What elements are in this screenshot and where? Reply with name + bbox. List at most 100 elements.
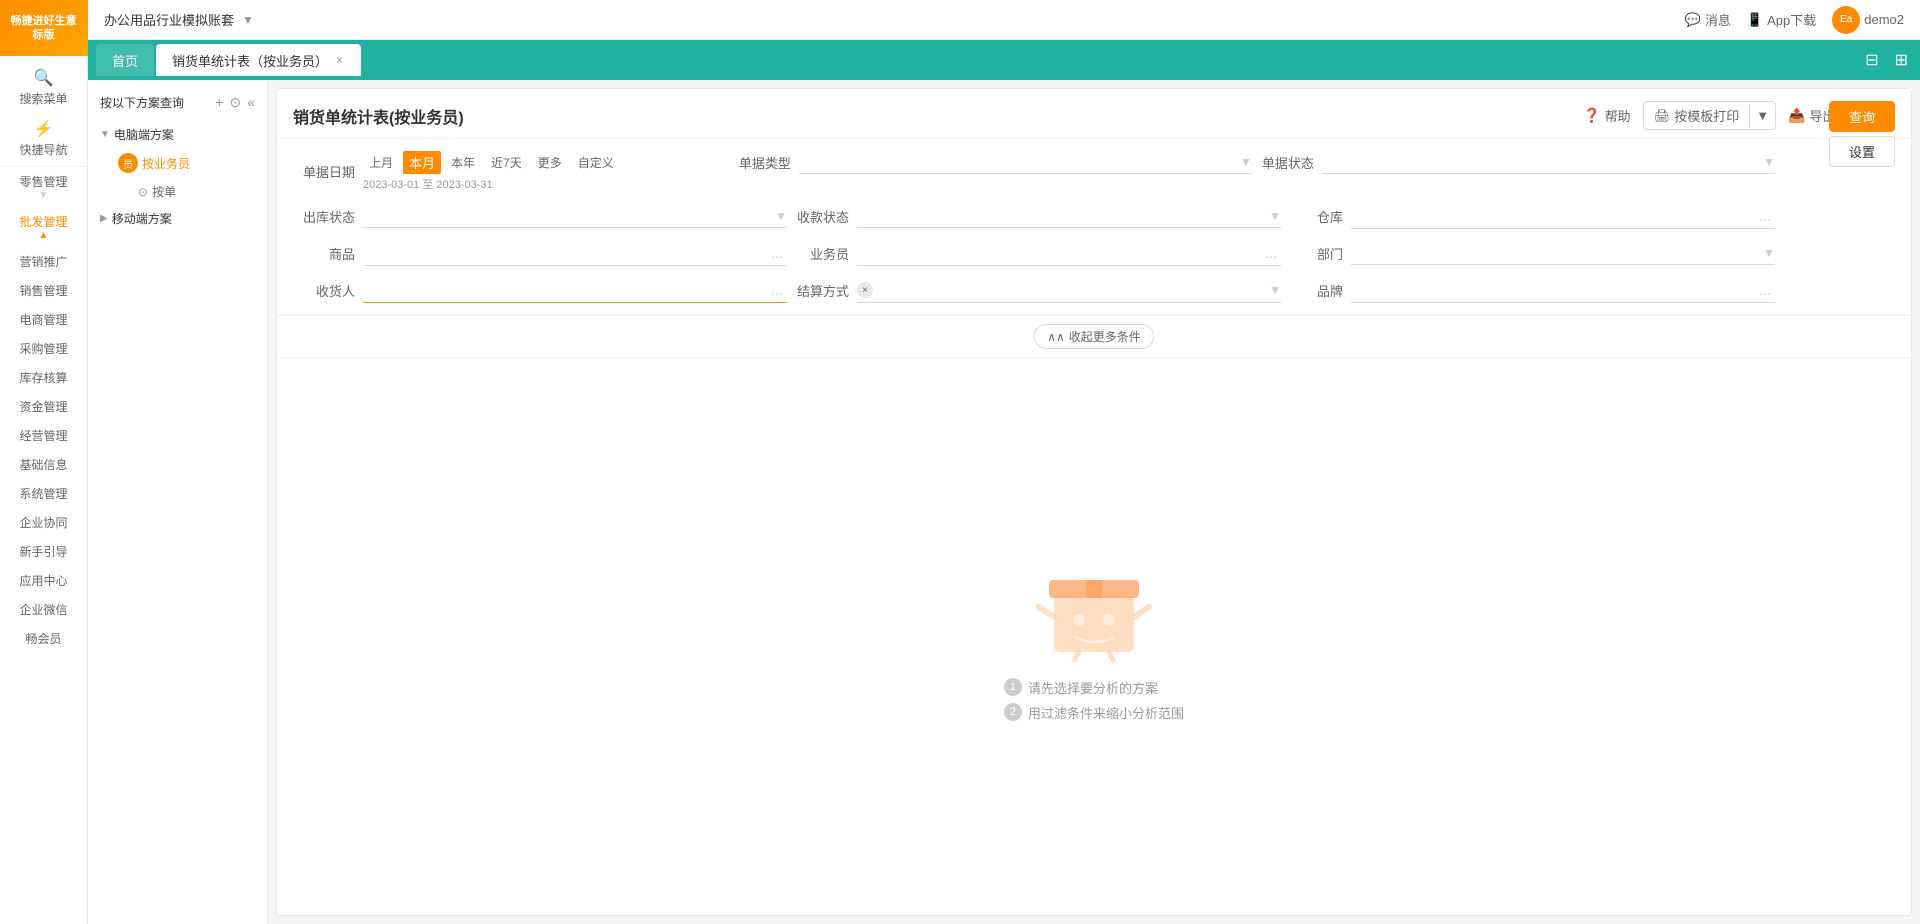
- print-arrow[interactable]: ▼: [1749, 104, 1775, 127]
- scheme-staff-icon: 员: [118, 153, 138, 173]
- page-header: 销货单统计表(按业务员) ❓ 帮助 🖨 按模板打印 ▼ 📤: [277, 89, 1911, 139]
- sidebar-item-quicknav[interactable]: ⚡ 快捷导航: [0, 113, 87, 164]
- sidebar-item-system[interactable]: 系统管理: [0, 479, 87, 508]
- settings-button[interactable]: 设置: [1829, 136, 1895, 167]
- empty-step-1: 1 请先选择要分析的方案: [1004, 678, 1184, 697]
- goods-input[interactable]: [363, 246, 771, 261]
- retail-arrow: ▼: [39, 190, 49, 201]
- filter-dept: 部门 ▼: [1281, 242, 1895, 265]
- topbar-dropdown-arrow[interactable]: ▼: [242, 13, 254, 27]
- sidebar-item-wholesale[interactable]: 批发管理 ▲: [0, 207, 87, 247]
- doc-type-select[interactable]: ▼: [799, 151, 1252, 174]
- date-tab-this-year[interactable]: 本年: [445, 152, 481, 173]
- tab-home[interactable]: 首页: [96, 44, 154, 76]
- sidebar-item-search[interactable]: 🔍 搜索菜单: [0, 62, 87, 113]
- messages-button[interactable]: 💬 消息: [1685, 10, 1731, 29]
- payment-clear-button[interactable]: ×: [857, 282, 873, 298]
- right-content: 销货单统计表(按业务员) ❓ 帮助 🖨 按模板打印 ▼ 📤: [276, 88, 1912, 916]
- help-label: 帮助: [1605, 106, 1631, 125]
- query-button[interactable]: 查询: [1829, 101, 1895, 132]
- consignee-input[interactable]: [363, 283, 771, 298]
- tab-expand-button[interactable]: ⊞: [1891, 46, 1912, 74]
- tabbar: 首页 销货单统计表（按业务员） × ⊟ ⊞: [88, 40, 1920, 80]
- date-tab-more[interactable]: 更多: [532, 152, 568, 173]
- sidebar-item-enterprise[interactable]: 企业协同: [0, 508, 87, 537]
- payment-select[interactable]: × ▼: [857, 278, 1281, 303]
- mobile-scheme-parent[interactable]: ▶ 移动端方案: [88, 205, 267, 232]
- filter-row-4: 收货人 ... 结算方式 × ▼: [293, 278, 1895, 303]
- date-tab-this-month[interactable]: 本月: [403, 151, 441, 174]
- warehouse-input[interactable]: [1351, 209, 1759, 224]
- out-status-select[interactable]: ▼: [363, 205, 787, 228]
- sidebar-item-sales[interactable]: 销售管理: [0, 276, 87, 305]
- dept-select[interactable]: ▼: [1351, 242, 1775, 265]
- consignee-dots[interactable]: ...: [771, 282, 787, 298]
- export-icon: 📤: [1788, 107, 1805, 124]
- user-profile[interactable]: Ea demo2: [1832, 6, 1904, 34]
- action-buttons: 查询 设置: [1829, 101, 1895, 167]
- sales-label: 销售管理: [19, 282, 67, 299]
- sidebar-item-apps[interactable]: 应用中心: [0, 566, 87, 595]
- filter-doc-status: 单据状态 ▼: [1252, 151, 1895, 174]
- receive-status-select[interactable]: ▼: [857, 205, 1281, 228]
- goods-dots[interactable]: ...: [771, 245, 787, 261]
- date-tab-custom[interactable]: 自定义: [572, 152, 620, 173]
- left-panel-icons: + ⊙ «: [215, 94, 255, 111]
- brand-input[interactable]: [1351, 283, 1759, 298]
- tab-collapse-button[interactable]: ⊟: [1861, 46, 1882, 74]
- scheme-by-order[interactable]: ⊙ 按单: [88, 178, 267, 205]
- avatar-initials: Ea: [1840, 14, 1852, 25]
- print-button[interactable]: 🖨 按模板打印 ▼: [1643, 101, 1776, 130]
- mobile-scheme-arrow: ▶: [100, 213, 108, 224]
- add-scheme-icon[interactable]: +: [215, 94, 223, 111]
- sidebar-item-member[interactable]: 畅会员: [0, 624, 87, 653]
- left-panel-header: 按以下方案查询 + ⊙ «: [88, 88, 267, 117]
- app-download-button[interactable]: 📱 App下载: [1747, 10, 1816, 29]
- dept-label: 部门: [1281, 244, 1351, 263]
- staff-input-wrap: ...: [857, 241, 1281, 266]
- sidebar-item-inventory[interactable]: 库存核算: [0, 363, 87, 392]
- sidebar-search-section: 🔍 搜索菜单 ⚡ 快捷导航: [0, 56, 87, 167]
- sidebar-item-retail[interactable]: 零售管理 ▼: [0, 167, 87, 207]
- tab-active[interactable]: 销货单统计表（按业务员） ×: [156, 44, 361, 76]
- warehouse-label: 仓库: [1281, 207, 1351, 226]
- filter-staff: 业务员 ...: [787, 241, 1281, 266]
- print-main[interactable]: 🖨 按模板打印: [1644, 102, 1750, 129]
- edit-scheme-icon[interactable]: ⊙: [229, 94, 241, 111]
- sidebar-item-newbie[interactable]: 新手引导: [0, 537, 87, 566]
- help-button[interactable]: ❓ 帮助: [1583, 106, 1630, 125]
- collapse-button[interactable]: ∧∧ 收起更多条件: [1034, 324, 1154, 349]
- doc-status-select[interactable]: ▼: [1322, 151, 1775, 174]
- sidebar-item-finance[interactable]: 资金管理: [0, 392, 87, 421]
- filter-brand: 品牌 ...: [1281, 278, 1895, 303]
- pc-scheme-parent[interactable]: ▼ 电脑端方案: [88, 121, 267, 148]
- left-panel-title: 按以下方案查询: [100, 94, 184, 111]
- brand-dots[interactable]: ...: [1759, 282, 1775, 298]
- sidebar-item-purchase[interactable]: 采购管理: [0, 334, 87, 363]
- doc-status-label: 单据状态: [1252, 153, 1322, 172]
- date-tab-last-month[interactable]: 上月: [363, 152, 399, 173]
- sidebar-item-operations[interactable]: 经营管理: [0, 421, 87, 450]
- sidebar-item-ecommerce[interactable]: 电商管理: [0, 305, 87, 334]
- logo[interactable]: 畅捷进好生意 标版: [0, 0, 88, 56]
- staff-label: 业务员: [787, 244, 857, 263]
- topbar: 办公用品行业模拟账套 ▼ 💬 消息 📱 App下载 Ea demo2: [88, 0, 1920, 40]
- date-tab-last7[interactable]: 近7天: [485, 152, 528, 173]
- warehouse-dots[interactable]: ...: [1759, 208, 1775, 224]
- collapse-panel-icon[interactable]: «: [247, 94, 255, 111]
- tab-close-button[interactable]: ×: [334, 53, 345, 67]
- doc-status-arrow: ▼: [1763, 155, 1775, 169]
- marketing-label: 营销推广: [19, 253, 67, 270]
- filter-consignee: 收货人 ...: [293, 278, 787, 303]
- scheme-by-staff[interactable]: 员 按业务员: [88, 148, 267, 178]
- message-icon: 💬: [1685, 12, 1701, 28]
- staff-input[interactable]: [857, 246, 1265, 261]
- sidebar-item-wechat[interactable]: 企业微信: [0, 595, 87, 624]
- payment-label: 结算方式: [787, 281, 857, 300]
- ecommerce-label: 电商管理: [19, 311, 67, 328]
- collapse-bar: ∧∧ 收起更多条件: [277, 316, 1911, 358]
- sidebar-item-basic[interactable]: 基础信息: [0, 450, 87, 479]
- staff-dots[interactable]: ...: [1265, 245, 1281, 261]
- content-area: 按以下方案查询 + ⊙ « ▼ 电脑端方案 员 按业务员 ⊙ 按: [88, 80, 1920, 924]
- sidebar-item-marketing[interactable]: 营销推广: [0, 247, 87, 276]
